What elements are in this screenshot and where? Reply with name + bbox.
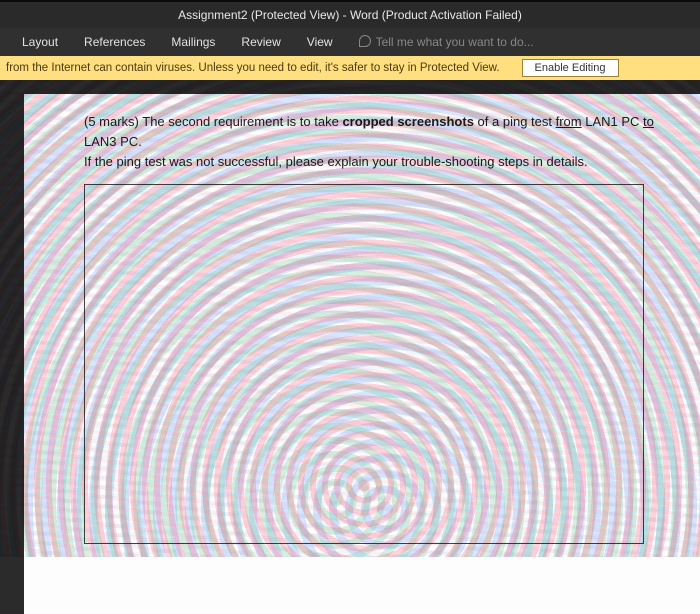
q-text-to: to [643,114,654,129]
paragraph-instruction: If the ping test was not successful, ple… [84,152,660,172]
tab-view[interactable]: View [307,35,333,49]
paragraph-question: (5 marks) The second requirement is to t… [84,112,660,152]
enable-editing-button[interactable]: Enable Editing [522,59,619,77]
tab-review[interactable]: Review [241,35,280,49]
q-text-1: The second requirement is to take [142,114,342,129]
window-title: Assignment2 (Protected View) - Word (Pro… [178,8,522,22]
protected-view-message: from the Internet can contain viruses. U… [6,62,500,74]
lightbulb-icon [359,35,371,47]
marks-label: (5 marks) [84,114,142,129]
q-text-4: LAN3 PC. [84,134,142,149]
document-area: (5 marks) The second requirement is to t… [0,80,700,557]
q-text-3: LAN1 PC [582,114,643,129]
tell-me-placeholder: Tell me what you want to do... [376,35,534,49]
ribbon-tabs: Layout References Mailings Review View T… [0,28,700,56]
tab-references[interactable]: References [84,35,145,49]
protected-view-bar: from the Internet can contain viruses. U… [0,56,700,80]
tab-mailings[interactable]: Mailings [171,35,215,49]
q-text-2: of a ping test [474,114,556,129]
q-text-bold: cropped screenshots [342,114,474,129]
tab-layout[interactable]: Layout [22,35,58,49]
screenshot-placeholder-box [84,184,644,544]
q-text-from: from [556,114,582,129]
tell-me-search[interactable]: Tell me what you want to do... [359,35,534,49]
title-bar: Assignment2 (Protected View) - Word (Pro… [0,0,700,28]
document-page: (5 marks) The second requirement is to t… [24,94,700,614]
